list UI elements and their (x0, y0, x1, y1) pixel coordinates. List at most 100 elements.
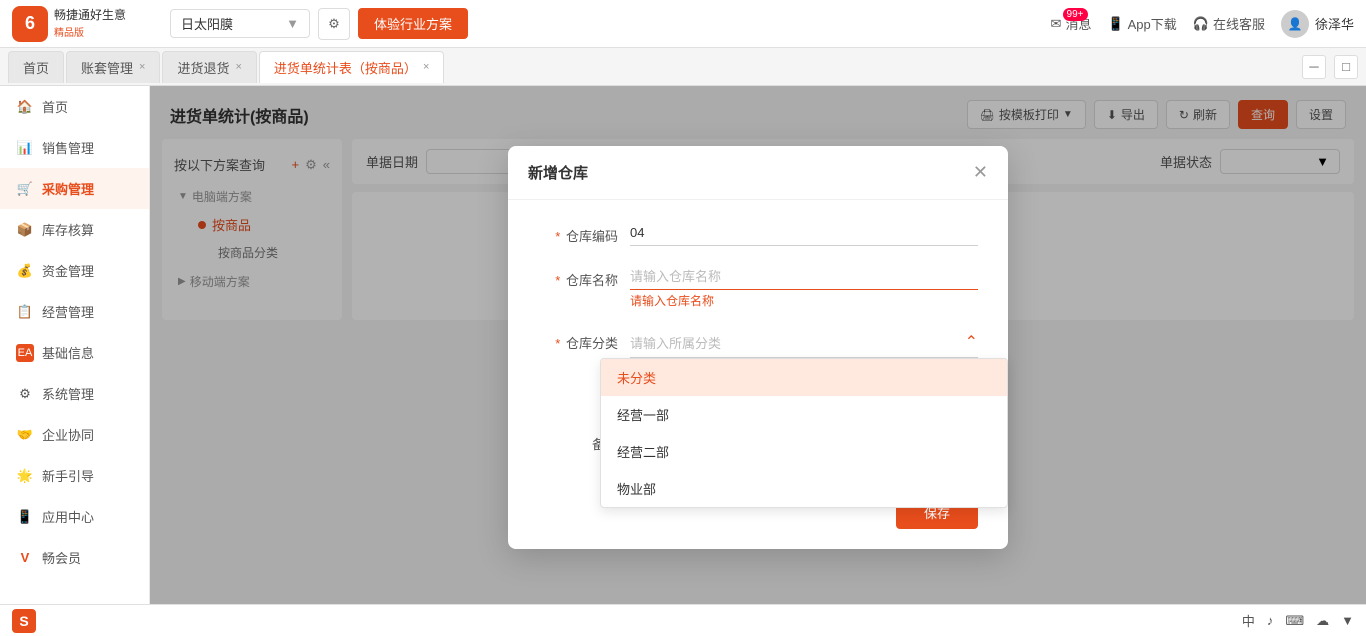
name-field: 请输入仓库名称 (630, 264, 978, 309)
tab-purchase-return-close[interactable]: × (235, 61, 241, 73)
content-area: 进货单统计(按商品) 🖨 按模板打印 ▼ ⬇ 导出 ↻ 刷新 查询 设置 (150, 86, 1366, 636)
sound-icon[interactable]: ♪ (1267, 613, 1274, 628)
sidebar-item-basics-label: 基础信息 (42, 343, 94, 362)
headset-icon: 🎧 (1193, 16, 1209, 32)
phone-icon: 📱 (1107, 16, 1123, 32)
sidebar-item-appcenter[interactable]: 📱 应用中心 (0, 496, 149, 537)
tab-restore-button[interactable]: □ (1334, 55, 1358, 79)
store-dropdown-arrow: ▼ (286, 16, 299, 31)
top-navigation: 6 畅捷通好生意 精品版 日太阳膜 ▼ ⚙ 体验行业方案 ✉ 消息 99+ 📱 … (0, 0, 1366, 48)
modal-overlay: 新增仓库 ✕ * 仓库编码 (150, 86, 1366, 636)
dropdown-item-0[interactable]: 未分类 (601, 359, 1007, 396)
tab-accounts[interactable]: 账套管理 × (66, 51, 160, 83)
category-dropdown: 未分类 经营一部 经营二部 物业部 (600, 358, 1008, 508)
online-service-label: 在线客服 (1213, 14, 1265, 33)
code-field (630, 220, 978, 246)
logo-sub: 精品版 (54, 24, 126, 39)
dialog-close-button[interactable]: ✕ (973, 162, 988, 183)
category-select[interactable]: 请输入所属分类 ⌃ (630, 327, 978, 358)
sidebar-item-basics[interactable]: EA 基础信息 (0, 332, 149, 373)
bottom-status-bar: S 中 ♪ ⌨ ☁ ▼ (0, 604, 1366, 636)
sidebar-item-purchase[interactable]: 🛒 采购管理 (0, 168, 149, 209)
sidebar-item-member-label: 畅会员 (42, 548, 81, 567)
tab-home[interactable]: 首页 (8, 51, 64, 83)
name-required-star: * (555, 273, 560, 288)
category-placeholder: 请输入所属分类 (630, 333, 721, 352)
sidebar-item-operations[interactable]: 📋 经营管理 (0, 291, 149, 332)
sidebar-item-enterprise[interactable]: 🤝 企业协同 (0, 414, 149, 455)
main-layout: 🏠 首页 📊 销售管理 🛒 采购管理 📦 库存核算 💰 资金管理 📋 经营管理 … (0, 86, 1366, 636)
dropdown-item-1[interactable]: 经营一部 (601, 396, 1007, 433)
sidebar-item-inventory[interactable]: 📦 库存核算 (0, 209, 149, 250)
inventory-icon: 📦 (16, 221, 34, 239)
sidebar-item-finance[interactable]: 💰 资金管理 (0, 250, 149, 291)
code-form-row: * 仓库编码 (538, 220, 978, 246)
code-label: * 仓库编码 (538, 220, 618, 245)
finance-icon: 💰 (16, 262, 34, 280)
logo-icon: 6 (12, 6, 48, 42)
sidebar-item-finance-label: 资金管理 (42, 261, 94, 280)
name-label: * 仓库名称 (538, 264, 618, 289)
trial-button[interactable]: 体验行业方案 (358, 8, 468, 39)
dialog-header: 新增仓库 ✕ (508, 146, 1008, 200)
tab-purchase-return[interactable]: 进货退货 × (162, 51, 256, 83)
sidebar-item-home[interactable]: 🏠 首页 (0, 86, 149, 127)
purchase-icon: 🛒 (16, 180, 34, 198)
enterprise-icon: 🤝 (16, 426, 34, 444)
tab-purchase-stats[interactable]: 进货单统计表（按商品） × (259, 51, 444, 83)
sidebar-item-guide[interactable]: 🌟 新手引导 (0, 455, 149, 496)
messages-badge: 99+ (1063, 8, 1088, 21)
tab-purchase-return-label: 进货退货 (177, 58, 229, 77)
dialog-body: * 仓库编码 * 仓库名称 (508, 200, 1008, 496)
appcenter-icon: 📱 (16, 508, 34, 526)
store-name: 日太阳膜 (181, 14, 233, 33)
sidebar-item-member[interactable]: V 畅会员 (0, 537, 149, 578)
category-arrow-icon: ⌃ (965, 332, 978, 352)
top-right-area: ✉ 消息 99+ 📱 App下载 🎧 在线客服 👤 徐泽华 (1051, 10, 1354, 38)
bottom-logo-icon: S (12, 609, 36, 633)
keyboard-icon[interactable]: ⌨ (1285, 613, 1304, 629)
sidebar-item-sales[interactable]: 📊 销售管理 (0, 127, 149, 168)
username-label: 徐泽华 (1315, 14, 1354, 33)
app-download-label: App下载 (1128, 14, 1177, 33)
guide-icon: 🌟 (16, 467, 34, 485)
sidebar-item-appcenter-label: 应用中心 (42, 507, 94, 526)
message-icon: ✉ (1051, 16, 1062, 32)
tab-purchase-stats-close[interactable]: × (423, 61, 429, 73)
sales-icon: 📊 (16, 139, 34, 157)
bottom-logo-area: S (12, 609, 36, 633)
cloud-icon[interactable]: ☁ (1316, 613, 1329, 629)
sidebar-item-enterprise-label: 企业协同 (42, 425, 94, 444)
avatar: 👤 (1281, 10, 1309, 38)
code-input[interactable] (630, 220, 978, 246)
bottom-right-icons: 中 ♪ ⌨ ☁ ▼ (1242, 611, 1354, 630)
sidebar-item-purchase-label: 采购管理 (42, 179, 94, 198)
name-input[interactable] (630, 264, 978, 290)
name-error-message: 请输入仓库名称 (630, 292, 978, 309)
messages-button[interactable]: ✉ 消息 99+ (1051, 14, 1092, 33)
category-field: 请输入所属分类 ⌃ 未分类 经营一部 (630, 327, 978, 358)
tab-accounts-close[interactable]: × (139, 61, 145, 73)
sidebar-item-sales-label: 销售管理 (42, 138, 94, 157)
expand-icon[interactable]: ▼ (1341, 613, 1354, 628)
app-download-button[interactable]: 📱 App下载 (1107, 14, 1176, 33)
user-area[interactable]: 👤 徐泽华 (1281, 10, 1354, 38)
tab-minimize-button[interactable]: － (1302, 55, 1326, 79)
sidebar-item-guide-label: 新手引导 (42, 466, 94, 485)
tab-purchase-stats-label: 进货单统计表（按商品） (274, 58, 417, 77)
online-service-button[interactable]: 🎧 在线客服 (1193, 14, 1265, 33)
dropdown-item-2[interactable]: 经营二部 (601, 433, 1007, 470)
basics-icon: EA (16, 344, 34, 362)
store-selector[interactable]: 日太阳膜 ▼ (170, 9, 310, 38)
tab-accounts-label: 账套管理 (81, 58, 133, 77)
chinese-input-icon[interactable]: 中 (1242, 611, 1255, 630)
tab-bar-right: － □ (1302, 55, 1358, 79)
dialog-title: 新增仓库 (528, 162, 588, 183)
tab-home-label: 首页 (23, 58, 49, 77)
dropdown-item-3[interactable]: 物业部 (601, 470, 1007, 507)
settings-button[interactable]: ⚙ (318, 8, 350, 40)
sidebar-item-system[interactable]: ⚙ 系统管理 (0, 373, 149, 414)
name-form-row: * 仓库名称 请输入仓库名称 (538, 264, 978, 309)
logo-area: 6 畅捷通好生意 精品版 (12, 6, 162, 42)
code-required-star: * (555, 229, 560, 244)
